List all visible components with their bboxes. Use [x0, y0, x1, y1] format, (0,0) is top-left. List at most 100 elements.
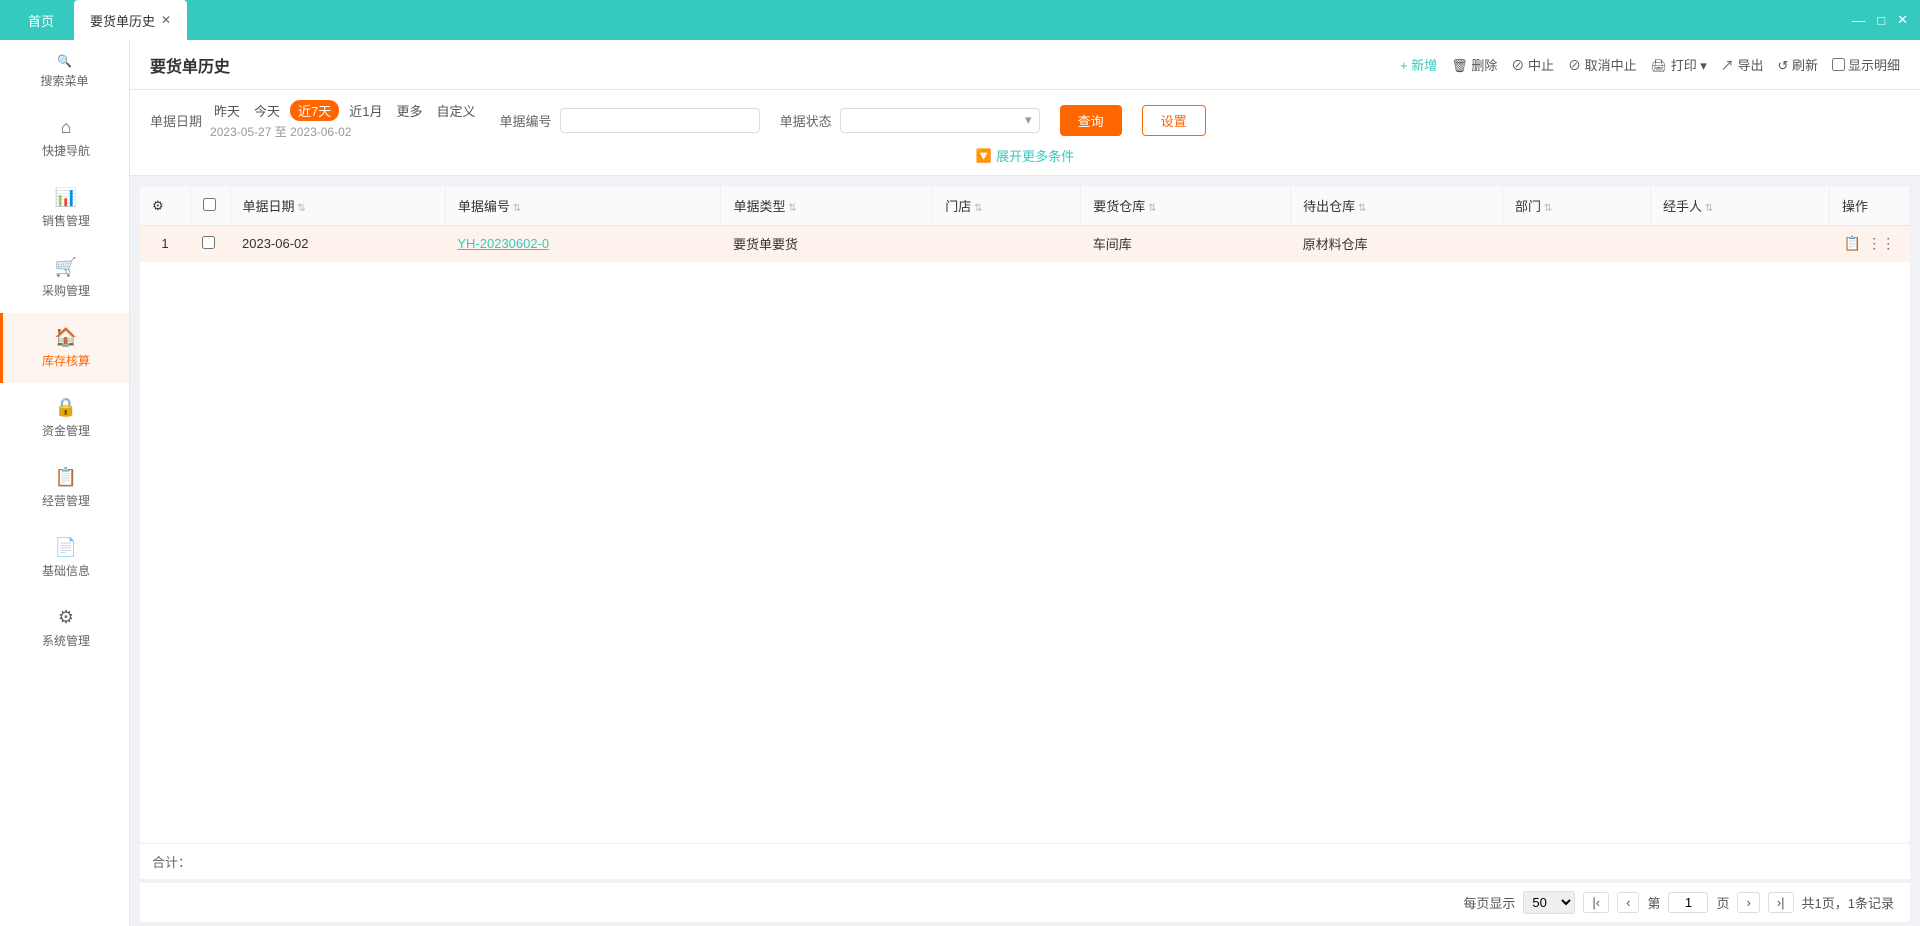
- th-store[interactable]: 门店: [933, 186, 1081, 226]
- date-options: 昨天 今天 近7天 近1月 更多 自定义: [210, 100, 480, 121]
- new-label: + 新增: [1400, 55, 1437, 74]
- filter-date-item: 单据日期 昨天 今天 近7天 近1月 更多 自定义 2023-05-27 至 2…: [150, 100, 480, 140]
- sidebar-item-operations[interactable]: 📋 经营管理: [0, 453, 129, 523]
- prev-page-btn[interactable]: ‹: [1617, 892, 1639, 913]
- expand-more-btn[interactable]: 🔽 展开更多条件: [150, 146, 1900, 165]
- sidebar-item-basic-info-label: 基础信息: [42, 562, 90, 579]
- row-edit-btn[interactable]: 📋: [1844, 235, 1861, 252]
- setting-button[interactable]: 设置: [1142, 105, 1206, 136]
- table-wrapper: ⚙ 单据日期 单据编号 单据类型 门店 要货仓库 待出仓库 部门 经手人 操作: [140, 186, 1910, 843]
- tab-requisition-label: 要货单历史: [90, 11, 155, 30]
- row-store: [933, 226, 1081, 262]
- export-button[interactable]: ↗ 导出: [1721, 55, 1764, 74]
- sidebar: 🔍 搜索菜单 ⌂ 快捷导航 📊 销售管理 🛒 采购管理 🏠 库存核算 🔒 资金管…: [0, 40, 130, 926]
- table-body: 1 2023-06-02 YH-20230602-0 要货单要货 车间库 原材料…: [140, 226, 1910, 262]
- inventory-icon: 🏠: [55, 327, 77, 348]
- sidebar-item-inventory-label: 库存核算: [42, 352, 90, 369]
- print-button[interactable]: 🖨 打印 ▾: [1651, 55, 1707, 74]
- date-opt-today[interactable]: 今天: [250, 100, 284, 121]
- sidebar-item-system[interactable]: ⚙ 系统管理: [0, 593, 129, 663]
- minimize-btn[interactable]: —: [1852, 13, 1865, 28]
- th-settings[interactable]: ⚙: [140, 186, 190, 226]
- page-unit: 页: [1716, 893, 1729, 912]
- sidebar-item-quick-nav[interactable]: ⌂ 快捷导航: [0, 103, 129, 173]
- delete-label: 🗑 删除: [1451, 55, 1497, 74]
- th-doc-date[interactable]: 单据日期: [230, 186, 445, 226]
- next-page-btn[interactable]: ›: [1737, 892, 1759, 913]
- query-button[interactable]: 查询: [1060, 105, 1122, 136]
- doc-status-select[interactable]: [840, 108, 1040, 133]
- row-doc-type: 要货单要货: [721, 226, 933, 262]
- doc-number-input[interactable]: [560, 108, 760, 133]
- sidebar-item-operations-label: 经营管理: [42, 492, 90, 509]
- sidebar-search[interactable]: 🔍 搜索菜单: [0, 40, 129, 103]
- close-tab-icon[interactable]: ✕: [161, 13, 171, 27]
- tab-home[interactable]: 首页: [12, 0, 70, 40]
- sidebar-item-system-label: 系统管理: [42, 632, 90, 649]
- refresh-button[interactable]: ↺ 刷新: [1777, 55, 1818, 74]
- main-layout: 🔍 搜索菜单 ⌂ 快捷导航 📊 销售管理 🛒 采购管理 🏠 库存核算 🔒 资金管…: [0, 40, 1920, 926]
- sidebar-item-sales[interactable]: 📊 销售管理: [0, 173, 129, 243]
- th-handler[interactable]: 经手人: [1651, 186, 1830, 226]
- total-label: 共1页，1条记录: [1802, 893, 1894, 912]
- page-size-select[interactable]: 50 100 200: [1523, 891, 1575, 914]
- doc-number-link[interactable]: YH-20230602-0: [457, 236, 549, 251]
- th-req-warehouse[interactable]: 要货仓库: [1081, 186, 1291, 226]
- row-doc-number: YH-20230602-0: [445, 226, 721, 262]
- new-button[interactable]: + 新增: [1400, 55, 1437, 74]
- refresh-label: ↺ 刷新: [1777, 55, 1818, 74]
- date-opt-last7[interactable]: 近7天: [290, 100, 339, 121]
- date-opt-more[interactable]: 更多: [393, 100, 427, 121]
- th-ops: 操作: [1830, 186, 1910, 226]
- doc-number-label: 单据编号: [500, 111, 552, 130]
- summary-label: 合计：: [152, 855, 191, 870]
- print-label: 🖨 打印 ▾: [1651, 55, 1707, 74]
- row-doc-date: 2023-06-02: [230, 226, 445, 262]
- expand-more-icon: 🔽: [976, 148, 992, 164]
- display-detail-toggle[interactable]: 显示明细: [1832, 55, 1900, 74]
- date-opt-last1month[interactable]: 近1月: [345, 100, 386, 121]
- th-pending-warehouse[interactable]: 待出仓库: [1291, 186, 1503, 226]
- th-doc-type[interactable]: 单据类型: [721, 186, 933, 226]
- select-all-checkbox[interactable]: [203, 198, 216, 211]
- page-title: 要货单历史: [150, 53, 230, 77]
- date-opt-yesterday[interactable]: 昨天: [210, 100, 244, 121]
- table-header-row: ⚙ 单据日期 单据编号 单据类型 门店 要货仓库 待出仓库 部门 经手人 操作: [140, 186, 1910, 226]
- th-doc-number[interactable]: 单据编号: [445, 186, 721, 226]
- suspend-button[interactable]: ⊘ 中止: [1511, 55, 1554, 74]
- top-bar: 首页 要货单历史 ✕ — □ ✕: [0, 0, 1920, 40]
- tab-home-label: 首页: [28, 11, 54, 30]
- row-more-btn[interactable]: ⋮⋮: [1867, 235, 1895, 252]
- row-checkbox[interactable]: [202, 236, 215, 249]
- sidebar-item-basic-info[interactable]: 📄 基础信息: [0, 523, 129, 593]
- sidebar-item-inventory[interactable]: 🏠 库存核算: [0, 313, 129, 383]
- date-opt-custom[interactable]: 自定义: [433, 100, 480, 121]
- row-dept: [1503, 226, 1651, 262]
- row-handler: [1651, 226, 1830, 262]
- th-dept[interactable]: 部门: [1503, 186, 1651, 226]
- cancel-suspend-label: ⊘ 取消中止: [1568, 55, 1637, 74]
- close-btn[interactable]: ✕: [1897, 12, 1908, 28]
- sidebar-item-purchase[interactable]: 🛒 采购管理: [0, 243, 129, 313]
- cancel-suspend-button[interactable]: ⊘ 取消中止: [1568, 55, 1637, 74]
- display-detail-checkbox[interactable]: [1832, 58, 1845, 71]
- row-req-warehouse: 车间库: [1081, 226, 1291, 262]
- tab-requisition-history[interactable]: 要货单历史 ✕: [74, 0, 187, 40]
- export-label: ↗ 导出: [1721, 55, 1764, 74]
- row-checkbox-cell: [190, 226, 230, 262]
- content-area: 要货单历史 + 新增 🗑 删除 ⊘ 中止 ⊘ 取消中止 🖨 打印 ▾: [130, 40, 1920, 926]
- home-icon: ⌂: [61, 117, 72, 138]
- filter-docnumber-item: 单据编号: [500, 108, 760, 133]
- sidebar-item-finance[interactable]: 🔒 资金管理: [0, 383, 129, 453]
- maximize-btn[interactable]: □: [1877, 13, 1885, 28]
- first-page-btn[interactable]: |‹: [1583, 892, 1609, 913]
- row-ops-cell: 📋 ⋮⋮: [1830, 226, 1910, 262]
- pagination-bar: 每页显示 50 100 200 |‹ ‹ 第 页 › ›| 共1页，1条记录: [140, 883, 1910, 922]
- filter-row-1: 单据日期 昨天 今天 近7天 近1月 更多 自定义 2023-05-27 至 2…: [150, 100, 1900, 140]
- page-number-input[interactable]: [1668, 892, 1708, 913]
- suspend-label: ⊘ 中止: [1511, 55, 1554, 74]
- delete-button[interactable]: 🗑 删除: [1451, 55, 1497, 74]
- window-controls: — □ ✕: [1852, 12, 1908, 28]
- doc-status-select-wrapper: ▾: [840, 108, 1040, 133]
- last-page-btn[interactable]: ›|: [1768, 892, 1794, 913]
